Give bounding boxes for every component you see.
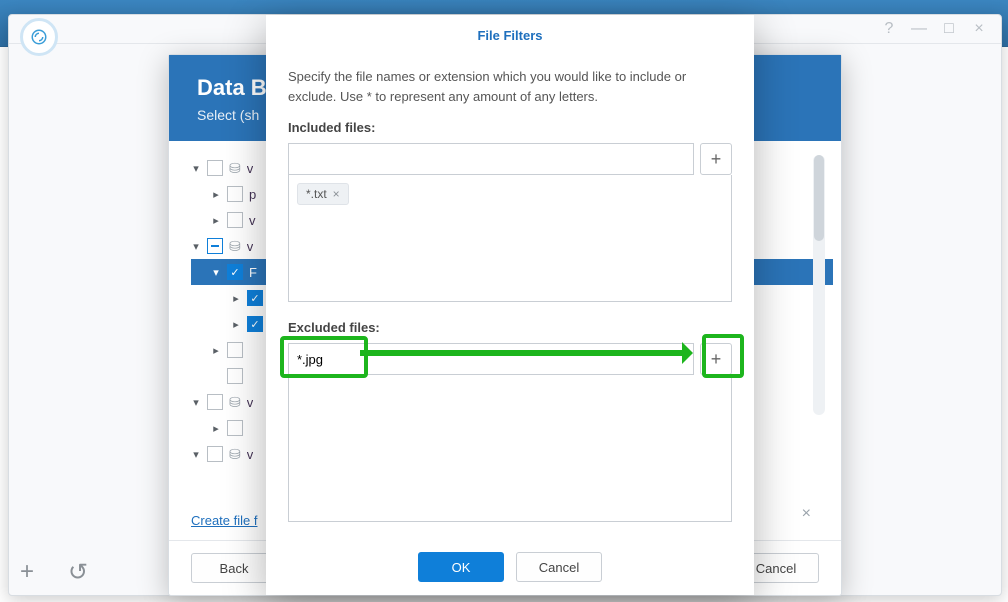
tree-caret-icon[interactable]: ▾: [211, 266, 221, 279]
tree-caret-icon[interactable]: ▸: [211, 344, 221, 357]
tree-checkbox[interactable]: ✓: [247, 316, 263, 332]
scrollbar-thumb[interactable]: [814, 155, 824, 241]
tree-checkbox[interactable]: [227, 212, 243, 228]
add-included-button[interactable]: +: [700, 143, 732, 175]
tree-caret-icon[interactable]: ▸: [211, 422, 221, 435]
tree-label: v: [247, 161, 254, 176]
tree-label: p: [249, 187, 256, 202]
tree-checkbox[interactable]: [207, 446, 223, 462]
dialog-footer: OK Cancel: [266, 539, 754, 595]
add-task-button[interactable]: +: [20, 558, 34, 587]
excluded-files-input[interactable]: [288, 343, 694, 375]
file-filters-dialog: File Filters Specify the file names or e…: [266, 15, 754, 595]
dialog-cancel-button[interactable]: Cancel: [516, 552, 602, 582]
dialog-title: File Filters: [266, 15, 754, 55]
excluded-files-label: Excluded files:: [288, 320, 380, 335]
tree-checkbox[interactable]: [227, 342, 243, 358]
close-button[interactable]: ×: [971, 20, 987, 38]
tree-caret-icon[interactable]: ▾: [191, 240, 201, 253]
dialog-description: Specify the file names or extension whic…: [288, 67, 732, 106]
chip-remove-icon[interactable]: ×: [333, 187, 340, 201]
tree-scrollbar[interactable]: [813, 155, 825, 415]
included-files-list: *.txt ×: [288, 175, 732, 302]
history-button[interactable]: ↺: [68, 558, 88, 587]
back-button[interactable]: Back: [191, 553, 277, 583]
tree-label: v: [247, 239, 254, 254]
tree-checkbox[interactable]: [227, 368, 243, 384]
tree-checkbox[interactable]: [207, 160, 223, 176]
tree-checkbox[interactable]: ✓: [247, 290, 263, 306]
tree-caret-icon[interactable]: ▾: [191, 162, 201, 175]
close-panel-icon[interactable]: ×: [802, 505, 811, 523]
add-excluded-button[interactable]: +: [700, 343, 732, 375]
excluded-files-list: [288, 375, 732, 522]
tree-caret-icon[interactable]: ▸: [231, 292, 241, 305]
tree-checkbox[interactable]: [227, 420, 243, 436]
chip-label: *.txt: [306, 187, 327, 201]
tree-caret-icon[interactable]: ▾: [191, 448, 201, 461]
utility-buttons: + ↺: [20, 558, 88, 587]
included-files-label: Included files:: [288, 120, 375, 135]
tree-checkbox[interactable]: [227, 186, 243, 202]
tree-checkbox[interactable]: [207, 238, 223, 254]
tree-label: v: [247, 395, 254, 410]
help-button[interactable]: ?: [881, 20, 897, 38]
create-file-filter-link[interactable]: Create file f: [191, 513, 257, 528]
volume-icon: ⛁: [229, 160, 241, 177]
minimize-button[interactable]: —: [911, 20, 927, 38]
tree-label: v: [249, 213, 256, 228]
app-logo: [20, 18, 58, 56]
tree-label: v: [247, 447, 254, 462]
tree-label: F: [249, 265, 257, 280]
volume-icon: ⛁: [229, 238, 241, 255]
tree-caret-icon[interactable]: ▸: [211, 214, 221, 227]
tree-checkbox[interactable]: [207, 394, 223, 410]
ok-button[interactable]: OK: [418, 552, 504, 582]
tree-checkbox[interactable]: ✓: [227, 264, 243, 280]
tree-caret-icon[interactable]: ▸: [211, 188, 221, 201]
volume-icon: ⛁: [229, 394, 241, 411]
tree-caret-icon[interactable]: ▸: [231, 318, 241, 331]
filter-chip[interactable]: *.txt ×: [297, 183, 349, 205]
tree-caret-icon[interactable]: ▾: [191, 396, 201, 409]
volume-icon: ⛁: [229, 446, 241, 463]
maximize-button[interactable]: □: [941, 20, 957, 38]
included-files-input[interactable]: [288, 143, 694, 175]
